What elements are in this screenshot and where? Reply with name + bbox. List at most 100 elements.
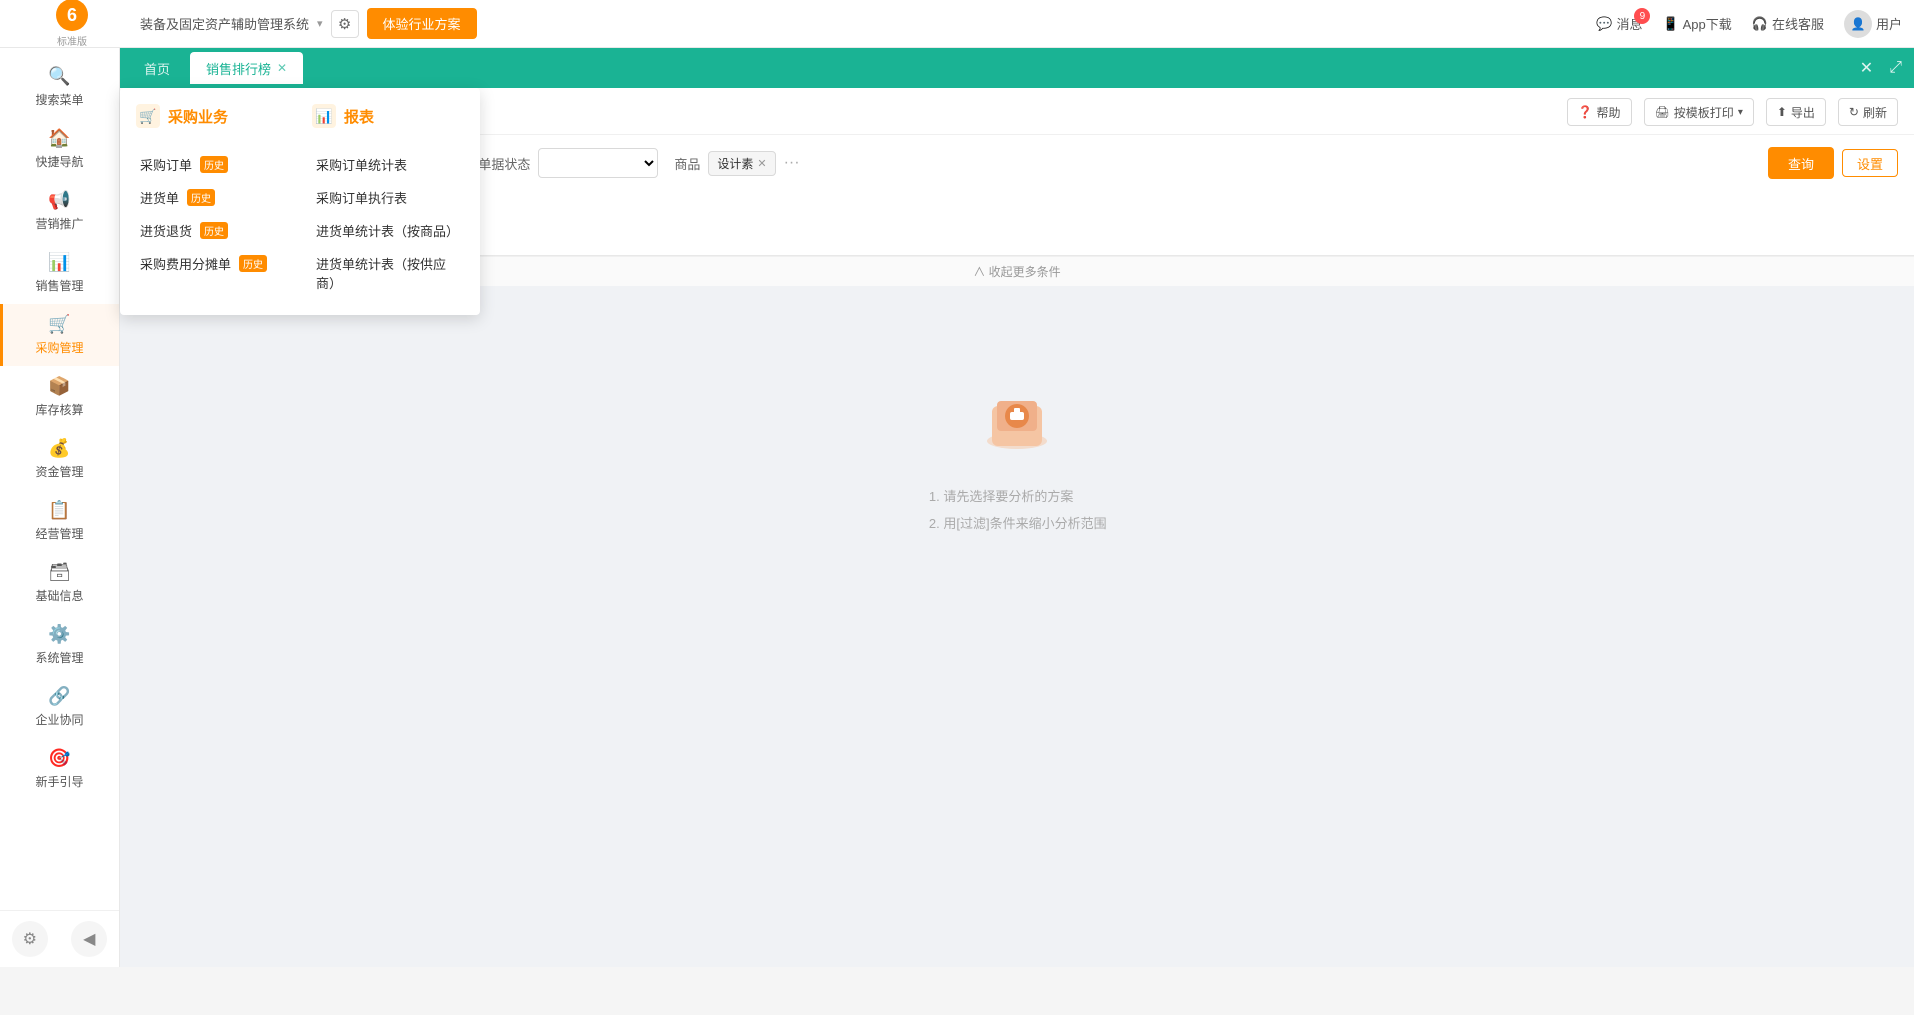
po-exec-label: 采购订单执行表	[316, 188, 407, 207]
topbar-right: 💬 消息 9 📱 App下载 🎧 在线客服 👤 用户	[1596, 10, 1902, 38]
help-label: 帮助	[1597, 104, 1621, 121]
search-icon: 🔍	[48, 66, 70, 87]
sidebar-item-enterprise[interactable]: 🔗 企业协同	[0, 676, 119, 738]
system-icon: ⚙️	[48, 624, 70, 645]
sidebar-item-finance[interactable]: 💰 资金管理	[0, 428, 119, 490]
print-arrow-icon: ▾	[1738, 107, 1743, 118]
history-badge-1: 历史	[187, 189, 215, 206]
sidebar-item-guide[interactable]: 🎯 新手引导	[0, 738, 119, 800]
app-download-item[interactable]: 📱 App下载	[1662, 14, 1731, 33]
online-service-label: 在线客服	[1772, 14, 1824, 33]
goods-filter-group: 商品 设计素 ✕ ···	[674, 151, 799, 176]
print-label: 按模板打印	[1674, 104, 1734, 121]
user-label: 用户	[1876, 14, 1902, 33]
sidebar-item-label: 搜索菜单	[35, 91, 83, 108]
report-section-title: 📊 报表	[312, 104, 464, 136]
tab-sales-rank-label: 销售排行榜	[206, 59, 271, 78]
menu-item-purchase-order[interactable]: 采购订单 历史	[136, 148, 288, 181]
purchase-section-title: 🛒 采购业务	[136, 104, 288, 136]
purchase-order-label: 采购订单	[140, 155, 192, 174]
title-arrow-icon[interactable]: ▾	[317, 17, 323, 30]
notification-item[interactable]: 💬 消息 9	[1596, 14, 1642, 33]
operation-icon: 📋	[48, 500, 70, 521]
tab-actions: ✕ ⤢	[1856, 56, 1906, 80]
finance-icon: 💰	[48, 438, 70, 459]
sidebar-item-purchase[interactable]: 🛒 采购管理	[0, 304, 119, 366]
settings-button[interactable]: 设置	[1842, 149, 1898, 177]
menu-item-purchase-expense[interactable]: 采购费用分摊单 历史	[136, 247, 288, 280]
user-item[interactable]: 👤 用户	[1844, 10, 1902, 38]
sidebar-settings-button[interactable]: ⚙	[12, 921, 48, 957]
menu-item-purchase-order-stat[interactable]: 采购订单统计表	[312, 148, 464, 181]
purchase-expense-label: 采购费用分摊单	[140, 254, 231, 273]
sales-icon: 📊	[48, 252, 70, 273]
query-button[interactable]: 查询	[1768, 147, 1834, 179]
solution-button[interactable]: 体验行业方案	[367, 8, 477, 39]
menu-item-purchase-order-exec[interactable]: 采购订单执行表	[312, 181, 464, 214]
sidebar-collapse-button[interactable]: ◀	[71, 921, 107, 957]
sidebar-item-label: 系统管理	[35, 649, 83, 666]
system-title-text: 装备及固定资产辅助管理系统	[140, 14, 309, 33]
tab-close-all-icon[interactable]: ✕	[1856, 56, 1877, 80]
goods-tag-close[interactable]: ✕	[757, 157, 766, 170]
po-stat-label: 采购订单统计表	[316, 155, 407, 174]
sidebar-item-label: 快捷导航	[35, 153, 83, 170]
app-download-label: App下载	[1683, 14, 1732, 33]
sidebar-item-system[interactable]: ⚙️ 系统管理	[0, 614, 119, 676]
topbar-title: 装备及固定资产辅助管理系统 ▾ ⚙ 体验行业方案	[140, 8, 1596, 39]
sidebar-item-inventory[interactable]: 📦 库存核算	[0, 366, 119, 428]
help-icon: ❓	[1578, 105, 1593, 119]
menu-item-receive-stat-supplier[interactable]: 进货单统计表（按供应商）	[312, 247, 464, 299]
refresh-button[interactable]: ↻ 刷新	[1838, 98, 1898, 126]
refresh-label: 刷新	[1863, 104, 1887, 121]
sidebar-item-quick-nav[interactable]: 🏠 快捷导航	[0, 118, 119, 180]
history-badge-0: 历史	[200, 156, 228, 173]
receive-return-label: 进货退货	[140, 221, 192, 240]
menu-item-receive[interactable]: 进货单 历史	[136, 181, 288, 214]
goods-filter-more[interactable]: ···	[784, 154, 800, 172]
report-section-icon: 📊	[312, 104, 336, 128]
sidebar-bottom: ⚙ ◀	[0, 910, 119, 967]
help-button[interactable]: ❓ 帮助	[1567, 98, 1632, 126]
refresh-icon: ↻	[1849, 105, 1859, 119]
tab-close-icon[interactable]: ✕	[277, 61, 287, 75]
bill-status-filter-group: 单据状态	[478, 148, 658, 178]
menu-item-receive-stat-goods[interactable]: 进货单统计表（按商品）	[312, 214, 464, 247]
guide-icon: 🎯	[48, 748, 70, 769]
sidebar: 🔍 搜索菜单 🏠 快捷导航 📢 营销推广 📊 销售管理 🛒 采购管理 📦 库存核…	[0, 48, 120, 967]
sidebar-item-sales[interactable]: 📊 销售管理	[0, 242, 119, 304]
filter-actions: 查询 设置	[1768, 147, 1898, 179]
notification-icon: 💬	[1596, 16, 1612, 32]
collapse-text: 收起更多条件	[989, 265, 1061, 279]
sidebar-item-label: 基础信息	[35, 587, 83, 604]
sidebar-item-operation[interactable]: 📋 经营管理	[0, 490, 119, 552]
goods-tag-text: 设计素	[717, 155, 753, 172]
empty-tip-1: 请先选择要分析的方案	[943, 486, 1106, 505]
print-button[interactable]: 🖨 按模板打印 ▾	[1644, 98, 1754, 126]
online-service-item[interactable]: 🎧 在线客服	[1752, 14, 1824, 33]
logo-area: 6 标准版	[12, 0, 132, 48]
sidebar-item-search[interactable]: 🔍 搜索菜单	[0, 56, 119, 118]
sidebar-item-label: 营销推广	[35, 215, 83, 232]
sidebar-item-label: 企业协同	[35, 711, 83, 728]
tab-sales-rank[interactable]: 销售排行榜 ✕	[190, 52, 303, 84]
export-label: 导出	[1791, 104, 1815, 121]
menu-item-receive-return[interactable]: 进货退货 历史	[136, 214, 288, 247]
report-section: 📊 报表 采购订单统计表 采购订单执行表 进货单统计表（按商品） 进货单统计表（…	[312, 104, 464, 299]
tab-home[interactable]: 首页	[128, 52, 186, 84]
tab-resize-icon[interactable]: ⤢	[1885, 57, 1906, 79]
topbar: 6 标准版 装备及固定资产辅助管理系统 ▾ ⚙ 体验行业方案 💬 消息 9 📱 …	[0, 0, 1914, 48]
sidebar-item-label: 销售管理	[35, 277, 83, 294]
print-icon: 🖨	[1655, 105, 1670, 119]
sidebar-item-basic-info[interactable]: 🗃 基础信息	[0, 552, 119, 614]
sidebar-item-marketing[interactable]: 📢 营销推广	[0, 180, 119, 242]
empty-state: 请先选择要分析的方案 用[过滤]条件来缩小分析范围	[120, 286, 1914, 612]
settings-icon[interactable]: ⚙	[331, 10, 359, 38]
avatar: 👤	[1844, 10, 1872, 38]
sidebar-item-label: 库存核算	[35, 401, 83, 418]
home-icon: 🏠	[48, 128, 70, 149]
sidebar-item-label: 经营管理	[35, 525, 83, 542]
bill-status-select[interactable]	[538, 148, 658, 178]
export-icon: ⬆	[1777, 105, 1787, 119]
export-button[interactable]: ⬆ 导出	[1766, 98, 1826, 126]
